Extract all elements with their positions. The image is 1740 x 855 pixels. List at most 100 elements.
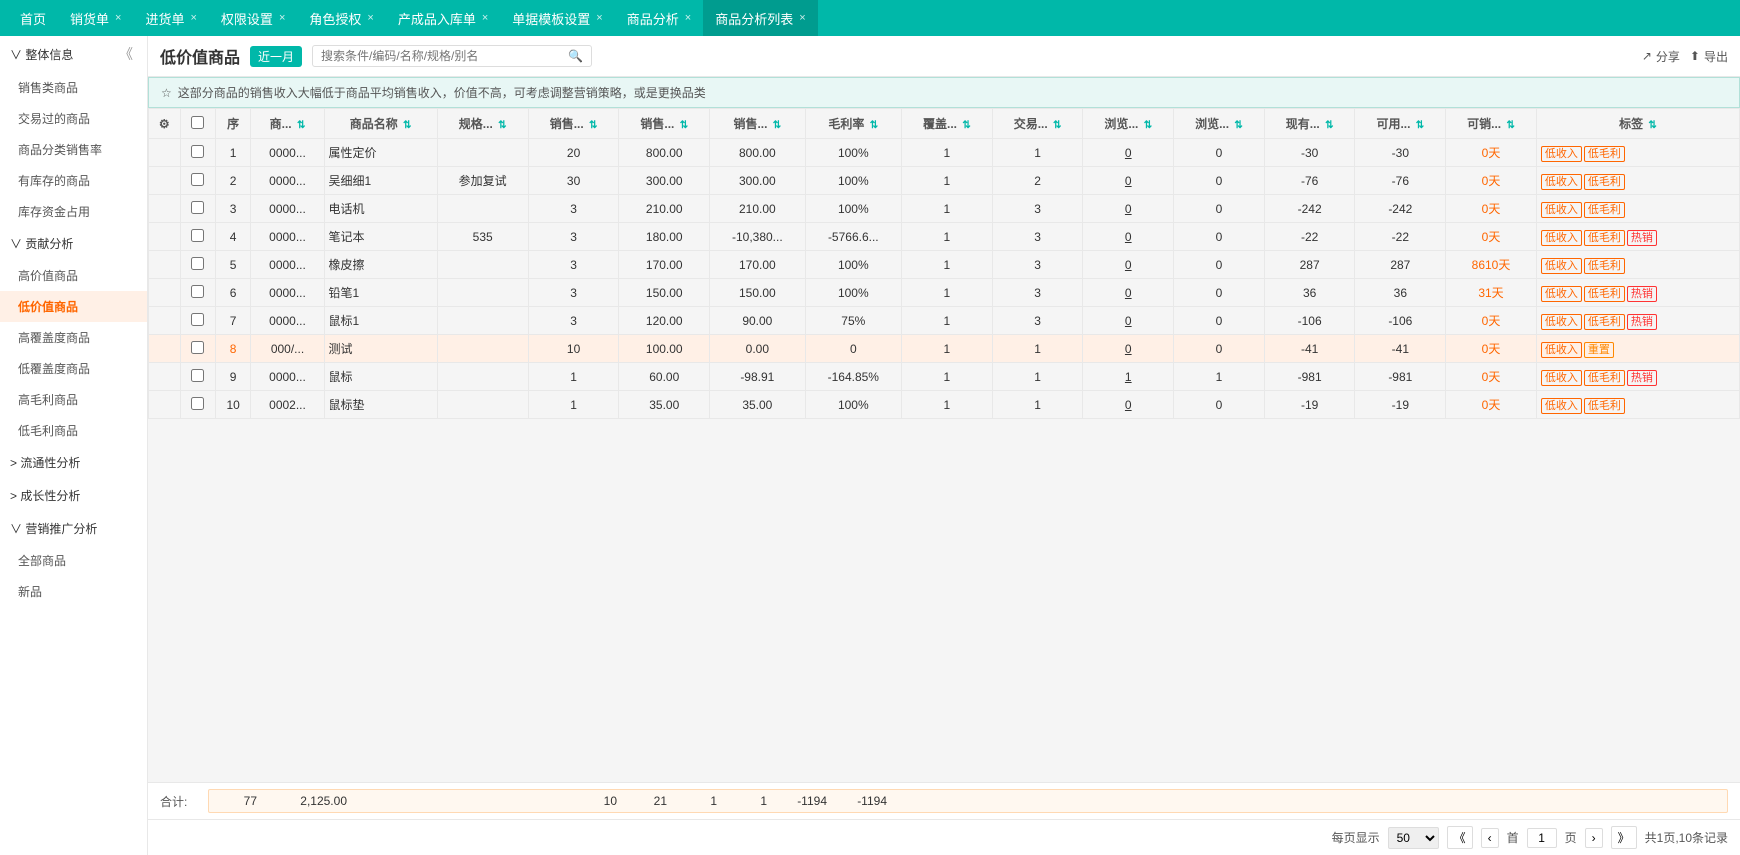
row-browse1[interactable]: 1 [1083,363,1174,391]
row-settings[interactable] [149,251,181,279]
row-product-name[interactable]: 鼠标垫 [324,391,437,419]
code-col-header[interactable]: 商... ⇅ [251,109,324,139]
prev-page-button[interactable]: ‹ [1481,828,1499,848]
sidebar-item-low-margin[interactable]: 低毛利商品 [0,415,147,446]
row-browse1[interactable]: 0 [1083,279,1174,307]
search-input[interactable] [321,49,568,63]
checkbox-col-header[interactable] [180,109,215,139]
sidebar-item-high-value[interactable]: 高价值商品 [0,260,147,291]
row-browse1[interactable]: 0 [1083,391,1174,419]
row-product-name[interactable]: 鼠标1 [324,307,437,335]
saleable-col-header[interactable]: 可销... ⇅ [1446,109,1537,139]
sidebar-group-growth[interactable]: > 成长性分析 [0,479,147,512]
row-product-name[interactable]: 吴细细1 [324,167,437,195]
tags-col-header[interactable]: 标签 ⇅ [1536,109,1739,139]
trade-col-header[interactable]: 交易... ⇅ [992,109,1083,139]
row-browse1[interactable]: 0 [1083,139,1174,167]
sidebar-item-high-margin[interactable]: 高毛利商品 [0,384,147,415]
sale-amount-col-header[interactable]: 销售... ⇅ [619,109,710,139]
row-settings[interactable] [149,167,181,195]
sidebar-item-category-rate[interactable]: 商品分类销售率 [0,134,147,165]
nav-close-icon[interactable]: × [482,12,488,24]
sidebar-item-traded-products[interactable]: 交易过的商品 [0,103,147,134]
sidebar-group-contribution[interactable]: ∨ 贡献分析 [0,227,147,260]
nav-sales-order[interactable]: 销货单 × [58,0,133,36]
nav-role-auth[interactable]: 角色授权 × [297,0,385,36]
nav-product-analysis[interactable]: 商品分析 × [615,0,703,36]
nav-close-icon[interactable]: × [367,12,373,24]
share-button[interactable]: ↗ 分享 [1642,48,1680,65]
row-settings[interactable] [149,195,181,223]
sidebar-item-new-products[interactable]: 新品 [0,576,147,607]
row-checkbox[interactable] [191,285,204,298]
row-checkbox[interactable] [191,173,204,186]
settings-col-header[interactable]: ⚙ [149,109,181,139]
date-filter-badge[interactable]: 近一月 [250,46,302,67]
nav-close-icon[interactable]: × [799,12,805,24]
row-settings[interactable] [149,391,181,419]
nav-close-icon[interactable]: × [115,12,121,24]
sidebar-item-low-value[interactable]: 低价值商品 [0,291,147,322]
row-checkbox-cell[interactable] [180,139,215,167]
row-checkbox-cell[interactable] [180,195,215,223]
nav-permission-settings[interactable]: 权限设置 × [209,0,297,36]
nav-product-analysis-list[interactable]: 商品分析列表 × [703,0,817,36]
search-icon[interactable]: 🔍 [568,49,583,63]
row-settings[interactable] [149,363,181,391]
row-browse1[interactable]: 0 [1083,195,1174,223]
export-button[interactable]: ⬆ 导出 [1690,48,1728,65]
row-product-name[interactable]: 笔记本 [324,223,437,251]
row-checkbox[interactable] [191,397,204,410]
name-col-header[interactable]: 商品名称 ⇅ [324,109,437,139]
select-all-checkbox[interactable] [191,116,204,129]
nav-close-icon[interactable]: × [596,12,602,24]
per-page-select[interactable]: 50 100 200 [1388,827,1439,849]
row-checkbox-cell[interactable] [180,223,215,251]
row-browse1[interactable]: 0 [1083,167,1174,195]
nav-home[interactable]: 首页 [8,0,58,36]
sale-qty-col-header[interactable]: 销售... ⇅ [528,109,619,139]
last-page-button[interactable]: 》 [1611,826,1637,849]
page-input[interactable] [1527,828,1557,848]
row-settings[interactable] [149,279,181,307]
row-browse1[interactable]: 0 [1083,307,1174,335]
row-checkbox[interactable] [191,369,204,382]
sidebar-group-marketing[interactable]: ∨ 营销推广分析 [0,512,147,545]
sidebar-group-overall[interactable]: ∨ 整体信息 《 [0,36,147,72]
sale-price-col-header[interactable]: 销售... ⇅ [710,109,805,139]
nav-close-icon[interactable]: × [190,12,196,24]
row-checkbox-cell[interactable] [180,279,215,307]
sidebar-item-low-coverage[interactable]: 低覆盖度商品 [0,353,147,384]
row-browse1[interactable]: 0 [1083,251,1174,279]
row-settings[interactable] [149,223,181,251]
nav-close-icon[interactable]: × [279,12,285,24]
first-page-button[interactable]: 《 [1447,826,1473,849]
row-product-name[interactable]: 属性定价 [324,139,437,167]
row-checkbox[interactable] [191,201,204,214]
sidebar-item-sales-products[interactable]: 销售类商品 [0,72,147,103]
sidebar-item-high-coverage[interactable]: 高覆盖度商品 [0,322,147,353]
row-browse1[interactable]: 0 [1083,223,1174,251]
search-box[interactable]: 🔍 [312,45,592,67]
nav-finished-goods[interactable]: 产成品入库单 × [386,0,500,36]
coverage-col-header[interactable]: 覆盖... ⇅ [902,109,993,139]
row-settings[interactable] [149,139,181,167]
row-checkbox[interactable] [191,341,204,354]
nav-close-icon[interactable]: × [685,12,691,24]
row-checkbox[interactable] [191,229,204,242]
row-checkbox-cell[interactable] [180,251,215,279]
row-product-name[interactable]: 电话机 [324,195,437,223]
row-product-name[interactable]: 橡皮擦 [324,251,437,279]
available-col-header[interactable]: 可用... ⇅ [1355,109,1446,139]
collapse-icon[interactable]: 《 [115,44,137,64]
browse1-col-header[interactable]: 浏览... ⇅ [1083,109,1174,139]
row-checkbox-cell[interactable] [180,307,215,335]
spec-col-header[interactable]: 规格... ⇅ [437,109,528,139]
row-settings[interactable] [149,307,181,335]
row-checkbox-cell[interactable] [180,167,215,195]
gross-margin-col-header[interactable]: 毛利率 ⇅ [805,109,902,139]
row-product-name[interactable]: 鼠标 [324,363,437,391]
row-settings[interactable] [149,335,181,363]
row-product-name[interactable]: 测试 [324,335,437,363]
nav-purchase-order[interactable]: 进货单 × [133,0,208,36]
